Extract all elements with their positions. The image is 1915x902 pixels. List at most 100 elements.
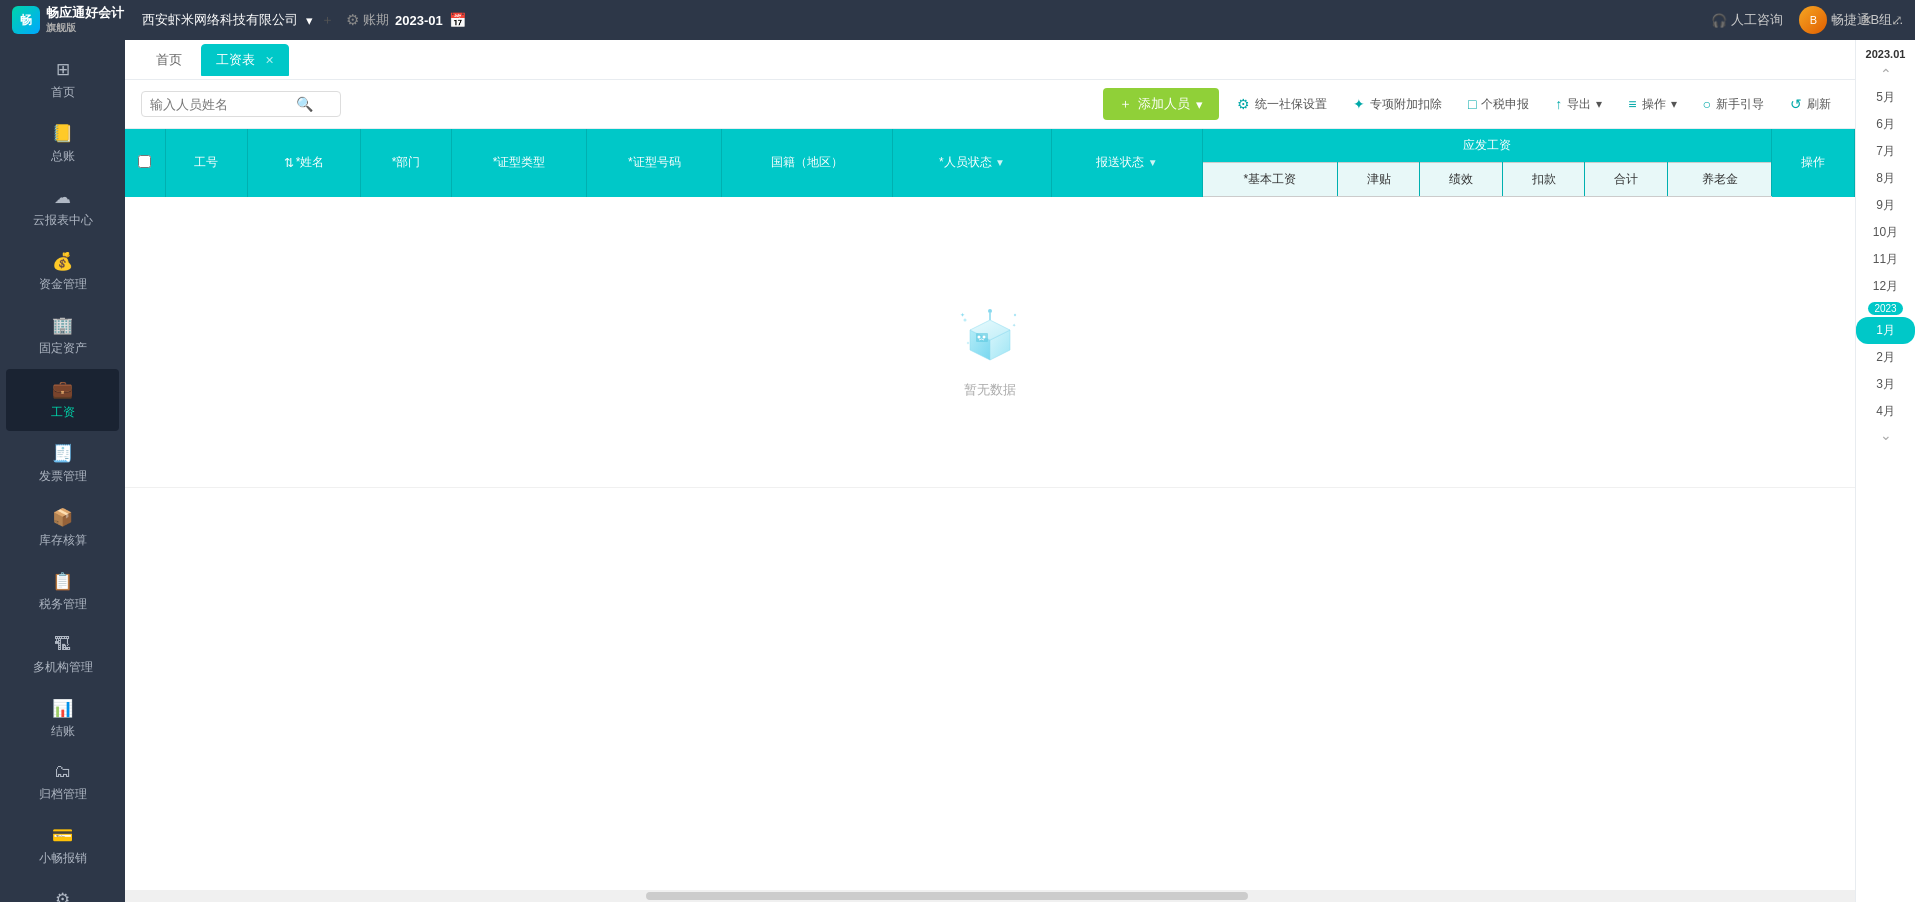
sidebar-item-label: 库存核算 bbox=[39, 532, 87, 549]
empty-state-row: ✦ ✦ 暂无数据 bbox=[125, 197, 1855, 488]
table-body: ✦ ✦ 暂无数据 bbox=[125, 197, 1855, 488]
month-item-4[interactable]: 4月 bbox=[1856, 398, 1915, 425]
sidebar-item-inventory[interactable]: 📦 库存核算 bbox=[6, 497, 119, 559]
svg-point-7 bbox=[988, 309, 992, 313]
table-wrap: 工号 ⇅ *姓名 *部门 *证型类型 *证型号码 国籍（地区） *人员状态 bbox=[125, 129, 1855, 890]
maximize-button[interactable]: ⤢ bbox=[1883, 6, 1911, 34]
th-total: 合计 bbox=[1585, 163, 1668, 197]
add-person-plus-icon: ＋ bbox=[1119, 95, 1132, 113]
th-actions: 操作 bbox=[1772, 129, 1855, 197]
scroll-thumb bbox=[646, 892, 1249, 900]
sidebar-item-multi-org[interactable]: 🏗 多机构管理 bbox=[6, 625, 119, 686]
app-name: 畅应通好会计 bbox=[46, 5, 124, 21]
th-allowance: 津贴 bbox=[1337, 163, 1420, 197]
th-status: *人员状态 ▼ bbox=[892, 129, 1051, 197]
tab-bar: 首页 工资表 ✕ bbox=[125, 40, 1855, 80]
tab-home[interactable]: 首页 bbox=[141, 44, 197, 76]
th-deductions: 扣款 bbox=[1502, 163, 1585, 197]
sidebar-item-close[interactable]: 📊 结账 bbox=[6, 688, 119, 750]
period-label: 账期 bbox=[363, 11, 389, 29]
gear-icon: ⚙ bbox=[55, 889, 70, 902]
month-item-10[interactable]: 10月 bbox=[1856, 219, 1915, 246]
fund-icon: 💰 bbox=[52, 251, 73, 272]
sidebar-item-label: 小畅报销 bbox=[39, 850, 87, 867]
refresh-action[interactable]: ↺ 刷新 bbox=[1782, 92, 1839, 117]
operations-label: 操作 bbox=[1642, 96, 1666, 113]
month-nav-down[interactable]: ⌄ bbox=[1856, 425, 1915, 445]
user-avatar: B bbox=[1799, 6, 1827, 34]
th-pension: 养老金 bbox=[1667, 163, 1772, 197]
sidebar-item-ledger[interactable]: 📒 总账 bbox=[6, 113, 119, 175]
current-period-header: 2023.01 bbox=[1864, 44, 1908, 64]
operations-action[interactable]: ≡ 操作 ▾ bbox=[1620, 92, 1684, 117]
month-nav-up[interactable]: ⌃ bbox=[1856, 64, 1915, 84]
ledger-icon: 📒 bbox=[52, 123, 73, 144]
month-item-1[interactable]: 1月 bbox=[1856, 317, 1915, 344]
social-security-action[interactable]: ⚙ 统一社保设置 bbox=[1229, 92, 1335, 117]
sidebar-item-label: 工资 bbox=[51, 404, 75, 421]
operations-dropdown-icon: ▾ bbox=[1671, 97, 1677, 111]
period-display: 账期 2023-01 📅 bbox=[363, 11, 466, 29]
company-selector[interactable]: 西安虾米网络科技有限公司 ▾ bbox=[142, 11, 313, 29]
guide-circle-icon: ○ bbox=[1703, 96, 1711, 112]
month-item-9[interactable]: 9月 bbox=[1856, 192, 1915, 219]
tab-salary[interactable]: 工资表 ✕ bbox=[201, 44, 289, 76]
sidebar-item-expense[interactable]: 💳 小畅报销 bbox=[6, 815, 119, 877]
sidebar-item-label: 归档管理 bbox=[39, 786, 87, 803]
th-checkbox[interactable] bbox=[125, 129, 165, 197]
month-item-7[interactable]: 7月 bbox=[1856, 138, 1915, 165]
scroll-hint[interactable] bbox=[125, 890, 1855, 902]
search-input[interactable] bbox=[150, 97, 290, 112]
month-item-5[interactable]: 5月 bbox=[1856, 84, 1915, 111]
export-action[interactable]: ↑ 导出 ▾ bbox=[1547, 92, 1610, 117]
report-filter-icon[interactable]: ▼ bbox=[1148, 157, 1158, 168]
headset-icon: 🎧 bbox=[1711, 13, 1727, 28]
tab-close-icon[interactable]: ✕ bbox=[265, 54, 274, 66]
export-label: 导出 bbox=[1567, 96, 1591, 113]
select-all-checkbox[interactable] bbox=[138, 155, 151, 168]
search-icon: 🔍 bbox=[296, 96, 313, 112]
close-books-icon: 📊 bbox=[52, 698, 73, 719]
table-header-row: 工号 ⇅ *姓名 *部门 *证型类型 *证型号码 国籍（地区） *人员状态 bbox=[125, 129, 1855, 163]
sidebar-item-label: 总账 bbox=[51, 148, 75, 165]
th-performance: 绩效 bbox=[1420, 163, 1503, 197]
status-filter-icon[interactable]: ▼ bbox=[995, 157, 1005, 168]
sidebar-item-archive[interactable]: 🗂 归档管理 bbox=[6, 752, 119, 813]
month-item-12[interactable]: 12月 bbox=[1856, 273, 1915, 300]
sidebar-item-fund[interactable]: 💰 资金管理 bbox=[6, 241, 119, 303]
sidebar-item-settings[interactable]: ⚙ 基础设置 bbox=[6, 879, 119, 902]
sidebar-item-cloud-report[interactable]: ☁ 云报表中心 bbox=[6, 177, 119, 239]
empty-state-cell: ✦ ✦ 暂无数据 bbox=[125, 197, 1855, 488]
sidebar-item-label: 云报表中心 bbox=[33, 212, 93, 229]
month-item-11[interactable]: 11月 bbox=[1856, 246, 1915, 273]
close-button[interactable]: ✕ bbox=[1853, 6, 1881, 34]
special-deduction-label: 专项附加扣除 bbox=[1370, 96, 1442, 113]
settings-icon[interactable]: ⚙ bbox=[346, 11, 359, 29]
add-person-button[interactable]: ＋ 添加人员 ▾ bbox=[1103, 88, 1219, 120]
svg-point-8 bbox=[963, 319, 966, 322]
top-bar: 畅 畅应通好会计 旗舰版 西安虾米网络科技有限公司 ▾ ＋ ⚙ 账期 2023-… bbox=[0, 0, 1915, 40]
month-item-6[interactable]: 6月 bbox=[1856, 111, 1915, 138]
help-action[interactable]: 🎧 人工咨询 bbox=[1711, 11, 1783, 29]
plus-icon[interactable]: ＋ bbox=[321, 11, 334, 29]
month-item-8[interactable]: 8月 bbox=[1856, 165, 1915, 192]
th-name-sort-icon: ⇅ bbox=[284, 156, 294, 170]
sidebar-item-invoice[interactable]: 🧾 发票管理 bbox=[6, 433, 119, 495]
expense-icon: 💳 bbox=[52, 825, 73, 846]
tax-report-action[interactable]: □ 个税申报 bbox=[1460, 92, 1537, 117]
app-sub: 旗舰版 bbox=[46, 21, 124, 35]
month-item-2[interactable]: 2月 bbox=[1856, 344, 1915, 371]
month-item-3[interactable]: 3月 bbox=[1856, 371, 1915, 398]
sidebar-item-label: 首页 bbox=[51, 84, 75, 101]
invoice-icon: 🧾 bbox=[52, 443, 73, 464]
sidebar-item-tax[interactable]: 📋 税务管理 bbox=[6, 561, 119, 623]
sidebar-item-fixed-asset[interactable]: 🏢 固定资产 bbox=[6, 305, 119, 367]
special-deduction-action[interactable]: ✦ 专项附加扣除 bbox=[1345, 92, 1450, 117]
inventory-icon: 📦 bbox=[52, 507, 73, 528]
calendar-icon[interactable]: 📅 bbox=[449, 12, 466, 28]
guide-action[interactable]: ○ 新手引导 bbox=[1695, 92, 1772, 117]
th-cert-type: *证型类型 bbox=[452, 129, 587, 197]
empty-state: ✦ ✦ 暂无数据 bbox=[135, 205, 1845, 479]
sidebar-item-home[interactable]: ⊞ 首页 bbox=[6, 49, 119, 111]
sidebar-item-salary[interactable]: 💼 工资 bbox=[6, 369, 119, 431]
